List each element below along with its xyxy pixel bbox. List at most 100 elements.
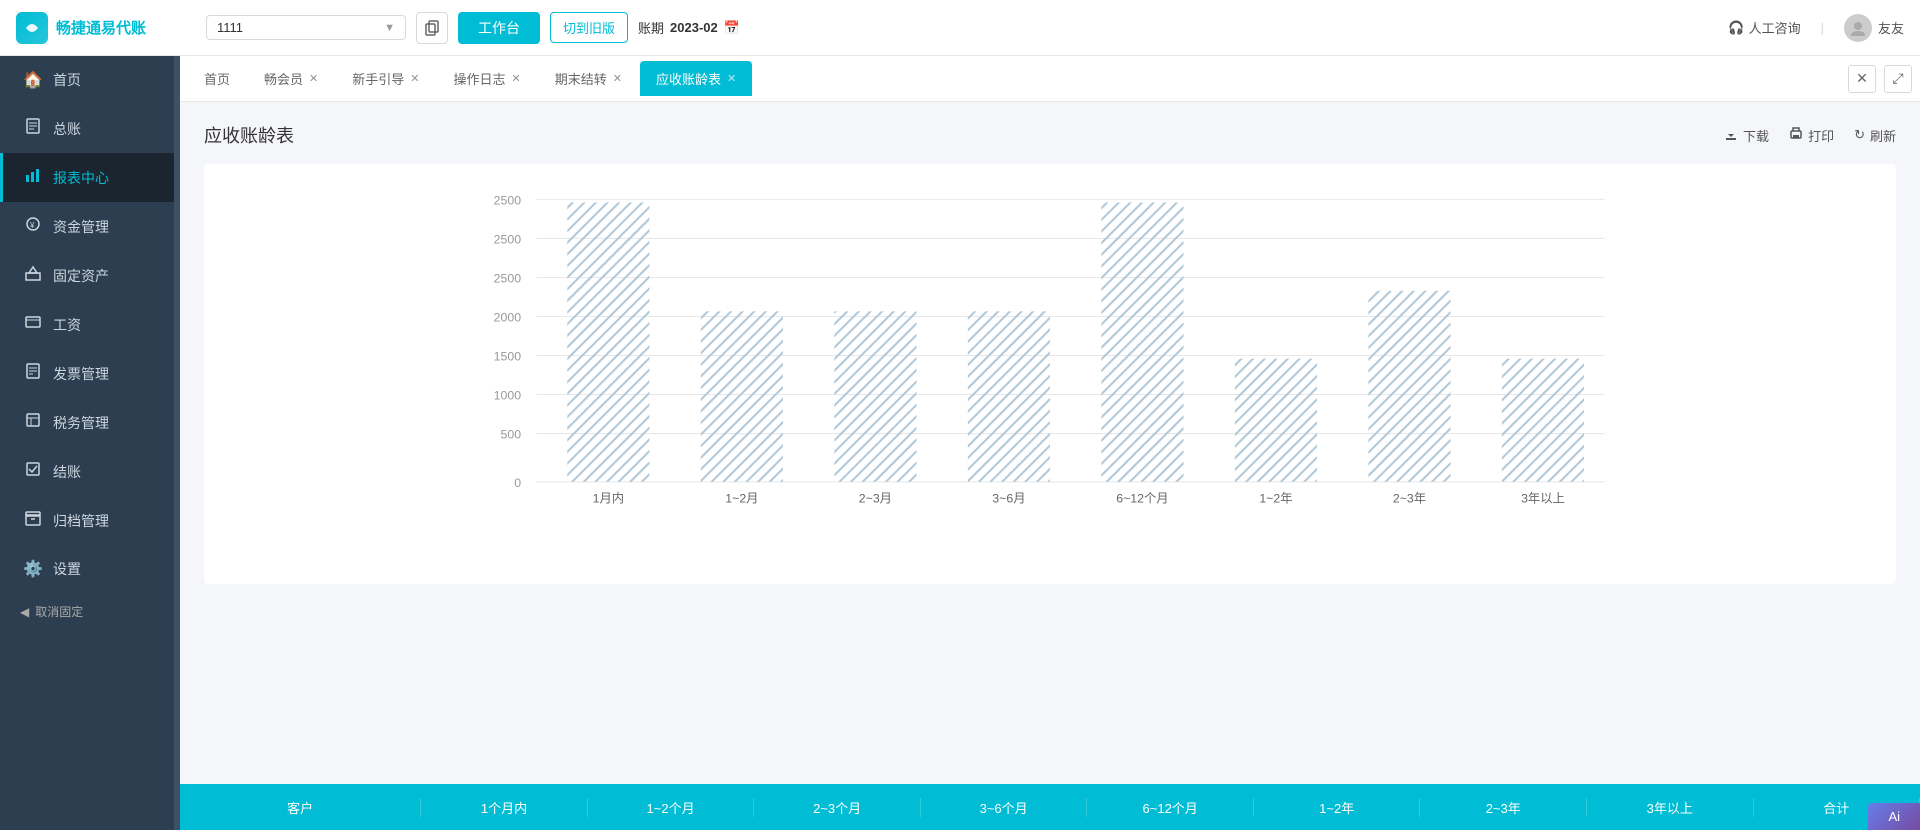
svg-text:1500: 1500 [494,350,522,364]
sidebar-item-tax[interactable]: 税务管理 [0,398,180,447]
tabs-bar: 首页 畅会员 ✕ 新手引导 ✕ 操作日志 ✕ 期末结转 ✕ 应收账龄表 ✕ [180,56,1920,102]
tab-period-end[interactable]: 期末结转 ✕ [539,61,638,96]
sidebar-label-tax: 税务管理 [53,413,109,433]
sidebar-item-funds[interactable]: ¥ 资金管理 [0,202,180,251]
sidebar-item-salary[interactable]: 工资 [0,300,180,349]
archive-icon [23,510,43,531]
footer-cell-6-12m: 6~12个月 [1087,798,1254,817]
sidebar-item-checkout[interactable]: 结账 [0,447,180,496]
tax-icon [23,412,43,433]
refresh-button[interactable]: ↻ 刷新 [1854,126,1896,145]
tab-home[interactable]: 首页 [188,61,246,96]
settings-icon: ⚙️ [23,559,43,579]
tab-oplog[interactable]: 操作日志 ✕ [437,61,536,96]
app-title: 畅捷通易代账 [56,17,146,38]
sidebar-item-assets[interactable]: 固定资产 [0,251,180,300]
reports-icon [23,167,43,188]
ai-label: Ai [1888,809,1900,824]
sidebar-item-settings[interactable]: ⚙️ 设置 [0,545,180,593]
tab-guide-close[interactable]: ✕ [410,72,419,85]
page-content: 应收账龄表 下载 [180,102,1920,784]
cancel-fixed-button[interactable]: ◀ 取消固定 [0,593,180,630]
tab-oplog-close[interactable]: ✕ [512,72,521,85]
company-dropdown-arrow: ▼ [384,22,395,34]
expand-tabs-button[interactable]: ⤢ [1884,65,1912,93]
user-name: 友友 [1878,18,1904,37]
tab-member-label: 畅会员 [264,69,303,88]
refresh-label: 刷新 [1870,126,1896,145]
ai-badge[interactable]: Ai [1868,803,1920,830]
ledger-icon [23,118,43,139]
user-area[interactable]: 友友 [1844,14,1904,42]
bar-1-2月 [701,311,783,481]
chart-container: 2500 2500 2500 2000 1500 1000 500 [204,164,1896,584]
consulting-button[interactable]: 🎧 人工咨询 [1728,18,1800,37]
tab-guide-label: 新手引导 [352,69,404,88]
tab-member[interactable]: 畅会员 ✕ [248,61,334,96]
main-layout: 🏠 首页 总账 报表中心 [0,56,1920,830]
company-selector[interactable]: 1111 ▼ [206,15,406,40]
funds-icon: ¥ [23,216,43,237]
switch-version-button[interactable]: 切到旧版 [550,12,628,43]
svg-text:6~12个月: 6~12个月 [1116,491,1168,505]
table-footer: 客户 1个月内 1~2个月 2~3个月 3~6个月 6~12个月 1~2年 2~… [180,784,1920,830]
sidebar-label-archive: 归档管理 [53,511,109,531]
cancel-fixed-label: 取消固定 [35,603,83,620]
bar-1-2年 [1235,359,1317,482]
bar-3年以上 [1502,359,1584,482]
close-all-tabs-button[interactable]: ✕ [1848,65,1876,93]
download-button[interactable]: 下载 [1724,126,1769,145]
svg-text:2~3年: 2~3年 [1393,491,1426,505]
consulting-label: 人工咨询 [1749,18,1801,37]
tab-aging-label: 应收账龄表 [656,69,721,88]
assets-icon [23,265,43,286]
footer-cell-2-3y: 2~3年 [1420,798,1587,817]
copy-icon-btn[interactable] [416,12,448,44]
sidebar-item-invoice[interactable]: 发票管理 [0,349,180,398]
page-header: 应收账龄表 下载 [204,122,1896,148]
sidebar-label-settings: 设置 [53,559,81,579]
invoice-icon [23,363,43,384]
company-name: 1111 [217,20,376,35]
sidebar-label-checkout: 结账 [53,462,81,482]
svg-text:1~2年: 1~2年 [1259,491,1292,505]
footer-cell-1m: 1个月内 [421,798,588,817]
period-label: 账期 [638,18,664,37]
sidebar-label-invoice: 发票管理 [53,364,109,384]
svg-text:2500: 2500 [494,233,522,247]
sidebar-item-reports[interactable]: 报表中心 [0,153,180,202]
print-label: 打印 [1808,126,1834,145]
svg-text:3~6月: 3~6月 [992,491,1025,505]
sidebar-label-funds: 资金管理 [53,217,109,237]
svg-text:500: 500 [501,428,522,442]
download-icon [1724,127,1738,144]
scroll-indicator [174,56,180,830]
bar-1月内 [567,202,649,481]
tab-oplog-label: 操作日志 [453,69,505,88]
logo-icon [16,12,48,44]
tab-aging[interactable]: 应收账龄表 ✕ [640,61,752,96]
footer-cell-3-6m: 3~6个月 [921,798,1088,817]
tab-period-end-close[interactable]: ✕ [613,72,622,85]
calendar-icon[interactable]: 📅 [724,20,740,36]
workbench-button[interactable]: 工作台 [458,12,540,44]
svg-text:1月内: 1月内 [593,491,624,505]
top-bar: 畅捷通易代账 1111 ▼ 工作台 切到旧版 账期 2023-02 📅 🎧 人工… [0,0,1920,56]
tabs-actions: ✕ ⤢ [1848,65,1912,93]
sidebar-item-home[interactable]: 🏠 首页 [0,56,180,104]
sidebar-item-archive[interactable]: 归档管理 [0,496,180,545]
svg-text:1~2月: 1~2月 [725,491,758,505]
tab-member-close[interactable]: ✕ [309,72,318,85]
tab-aging-close[interactable]: ✕ [727,72,736,85]
sidebar-label-ledger: 总账 [53,119,81,139]
sidebar-label-salary: 工资 [53,315,81,335]
home-icon: 🏠 [23,70,43,90]
sidebar-item-ledger[interactable]: 总账 [0,104,180,153]
svg-text:¥: ¥ [29,221,35,230]
checkout-icon [23,461,43,482]
tab-guide[interactable]: 新手引导 ✕ [336,61,435,96]
svg-text:1000: 1000 [494,389,522,403]
svg-text:2500: 2500 [494,194,522,208]
print-button[interactable]: 打印 [1789,126,1834,145]
svg-text:3年以上: 3年以上 [1521,491,1565,505]
